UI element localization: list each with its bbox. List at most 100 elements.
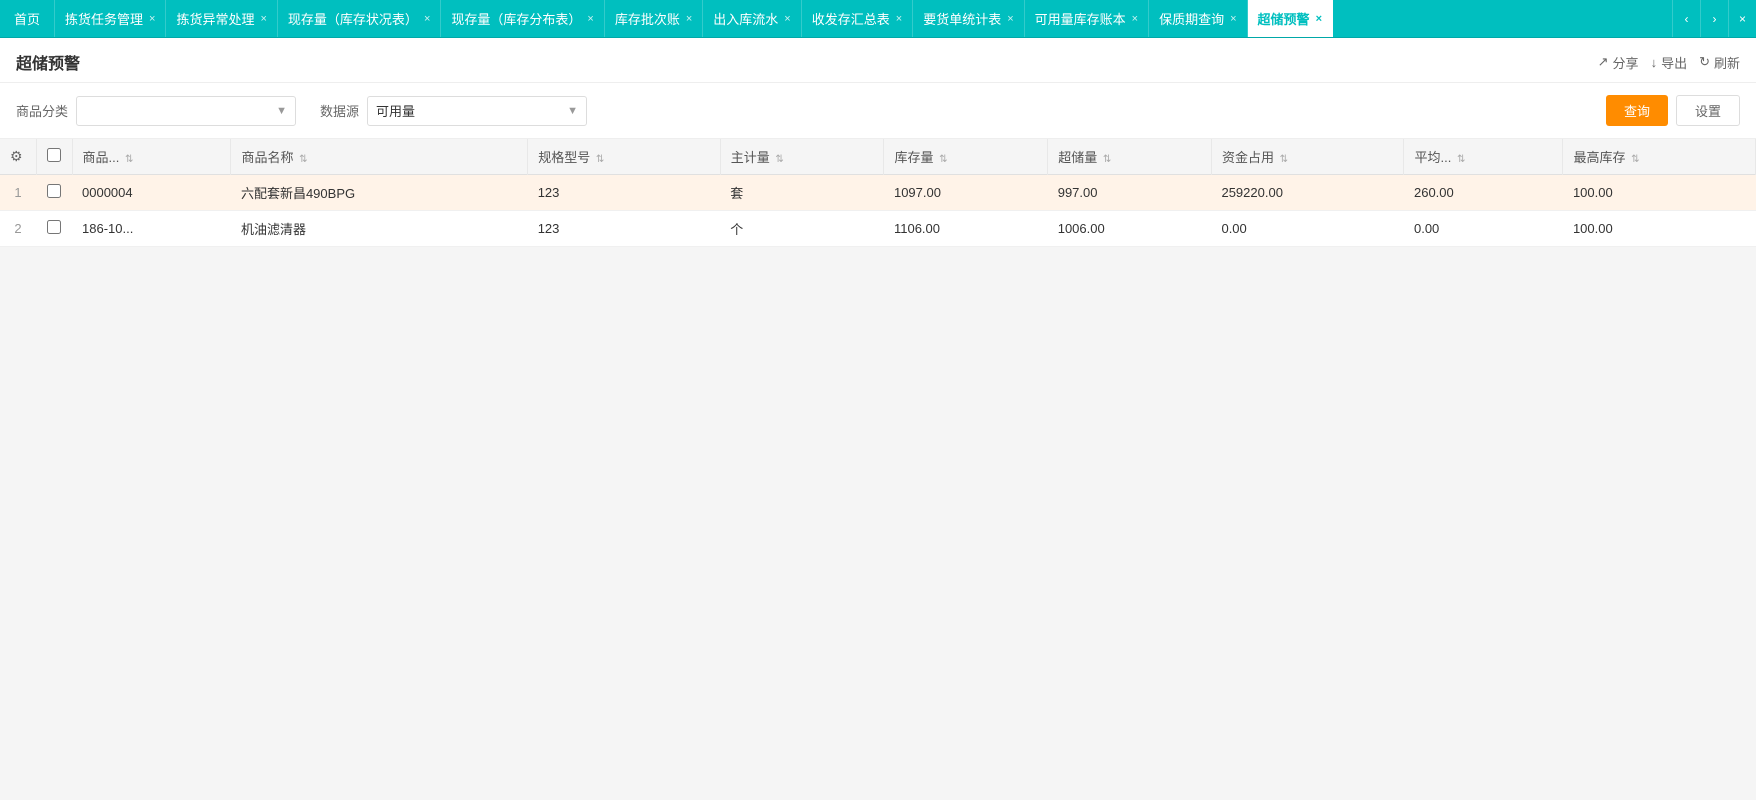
row-1-name: 六配套新昌490BPG bbox=[231, 175, 528, 211]
datasource-select[interactable]: 可用量 ▼ bbox=[367, 96, 587, 126]
row-1-avg: 260.00 bbox=[1404, 175, 1563, 211]
col-header-gear: ⚙ bbox=[0, 139, 36, 175]
row-1-capital: 259220.00 bbox=[1211, 175, 1404, 211]
nav-arrow-right[interactable]: › bbox=[1700, 0, 1728, 37]
nav-tab-10[interactable]: 保质期查询 × bbox=[1149, 0, 1247, 37]
export-icon: ↓ bbox=[1651, 55, 1658, 70]
close-tab-9[interactable]: × bbox=[1132, 13, 1138, 25]
nav-tab-3[interactable]: 现存量（库存状况表） × bbox=[278, 0, 441, 37]
col-header-unit[interactable]: 主计量 ⇅ bbox=[720, 139, 884, 175]
category-filter: 商品分类 ▼ bbox=[16, 96, 296, 126]
gear-icon[interactable]: ⚙ bbox=[10, 148, 23, 164]
settings-button[interactable]: 设置 bbox=[1676, 95, 1740, 126]
close-tab-5[interactable]: × bbox=[686, 13, 692, 25]
page-header: 超储预警 ↗ 分享 ↓ 导出 ↻ 刷新 bbox=[0, 38, 1756, 83]
category-select[interactable]: ▼ bbox=[76, 96, 296, 126]
datasource-select-arrow: ▼ bbox=[567, 105, 578, 117]
sort-stock-icon: ⇅ bbox=[939, 154, 947, 165]
col-header-code[interactable]: 商品... ⇅ bbox=[72, 139, 231, 175]
nav-tab-9[interactable]: 可用量库存账本 × bbox=[1025, 0, 1149, 37]
close-tab-1[interactable]: × bbox=[149, 13, 155, 25]
sort-avg-icon: ⇅ bbox=[1457, 154, 1465, 165]
table-row: 2 186-10... 机油滤清器 123 个 1106.00 1006.00 … bbox=[0, 211, 1756, 247]
page-title: 超储预警 bbox=[16, 50, 80, 74]
sort-spec-icon: ⇅ bbox=[596, 154, 604, 165]
col-header-maxstock[interactable]: 最高库存 ⇅ bbox=[1563, 139, 1756, 175]
sort-code-icon: ⇅ bbox=[125, 154, 133, 165]
row-2-capital: 0.00 bbox=[1211, 211, 1404, 247]
close-tab-6[interactable]: × bbox=[784, 13, 790, 25]
table-row: 1 0000004 六配套新昌490BPG 123 套 1097.00 997.… bbox=[0, 175, 1756, 211]
col-header-avg[interactable]: 平均... ⇅ bbox=[1404, 139, 1563, 175]
refresh-button[interactable]: ↻ 刷新 bbox=[1699, 53, 1740, 72]
header-actions: ↗ 分享 ↓ 导出 ↻ 刷新 bbox=[1598, 53, 1740, 72]
sort-name-icon: ⇅ bbox=[299, 154, 307, 165]
row-2-check bbox=[36, 211, 72, 247]
close-tab-2[interactable]: × bbox=[260, 13, 266, 25]
close-tab-11[interactable]: × bbox=[1316, 13, 1322, 25]
nav-tab-4[interactable]: 现存量（库存分布表） × bbox=[441, 0, 604, 37]
select-all-checkbox[interactable] bbox=[47, 148, 61, 162]
row-1-over: 997.00 bbox=[1048, 175, 1212, 211]
nav-tab-11[interactable]: 超储预警 × bbox=[1248, 0, 1333, 37]
close-tab-10[interactable]: × bbox=[1230, 13, 1236, 25]
row-2-spec: 123 bbox=[528, 211, 721, 247]
row-1-unit: 套 bbox=[720, 175, 884, 211]
close-tab-3[interactable]: × bbox=[424, 13, 430, 25]
row-1-maxstock: 100.00 bbox=[1563, 175, 1756, 211]
row-2-stock: 1106.00 bbox=[884, 211, 1048, 247]
col-header-check bbox=[36, 139, 72, 175]
row-1-code: 0000004 bbox=[72, 175, 231, 211]
share-button[interactable]: ↗ 分享 bbox=[1598, 53, 1639, 72]
datasource-label: 数据源 bbox=[320, 101, 359, 120]
close-tab-4[interactable]: × bbox=[587, 13, 593, 25]
table-header-row: ⚙ 商品... ⇅ 商品名称 ⇅ 规格型号 ⇅ 主计量 bbox=[0, 139, 1756, 175]
datasource-filter: 数据源 可用量 ▼ bbox=[320, 96, 587, 126]
refresh-icon: ↻ bbox=[1699, 54, 1710, 70]
col-header-name[interactable]: 商品名称 ⇅ bbox=[231, 139, 528, 175]
row-2-num: 2 bbox=[0, 211, 36, 247]
col-header-capital[interactable]: 资金占用 ⇅ bbox=[1211, 139, 1404, 175]
nav-arrow-close[interactable]: × bbox=[1728, 0, 1756, 37]
top-navigation: 首页 拣货任务管理 × 拣货异常处理 × 现存量（库存状况表） × 现存量（库存… bbox=[0, 0, 1756, 38]
nav-tab-1[interactable]: 拣货任务管理 × bbox=[55, 0, 166, 37]
nav-tab-8[interactable]: 要货单统计表 × bbox=[913, 0, 1024, 37]
col-header-spec[interactable]: 规格型号 ⇅ bbox=[528, 139, 721, 175]
nav-home[interactable]: 首页 bbox=[0, 0, 55, 37]
row-2-name: 机油滤清器 bbox=[231, 211, 528, 247]
row-2-code: 186-10... bbox=[72, 211, 231, 247]
category-label: 商品分类 bbox=[16, 101, 68, 120]
nav-arrows: ‹ › × bbox=[1672, 0, 1756, 37]
row-2-maxstock: 100.00 bbox=[1563, 211, 1756, 247]
row-2-avg: 0.00 bbox=[1404, 211, 1563, 247]
query-button[interactable]: 查询 bbox=[1606, 95, 1668, 126]
sort-maxstock-icon: ⇅ bbox=[1631, 154, 1639, 165]
row-2-over: 1006.00 bbox=[1048, 211, 1212, 247]
share-icon: ↗ bbox=[1598, 54, 1609, 70]
export-button[interactable]: ↓ 导出 bbox=[1651, 53, 1688, 72]
nav-tab-7[interactable]: 收发存汇总表 × bbox=[802, 0, 913, 37]
col-header-stock[interactable]: 库存量 ⇅ bbox=[884, 139, 1048, 175]
row-1-num: 1 bbox=[0, 175, 36, 211]
row-1-checkbox[interactable] bbox=[47, 184, 61, 198]
row-1-check bbox=[36, 175, 72, 211]
nav-tab-2[interactable]: 拣货异常处理 × bbox=[166, 0, 277, 37]
nav-tab-6[interactable]: 出入库流水 × bbox=[703, 0, 801, 37]
close-tab-7[interactable]: × bbox=[896, 13, 902, 25]
nav-arrow-left[interactable]: ‹ bbox=[1672, 0, 1700, 37]
col-header-over[interactable]: 超储量 ⇅ bbox=[1048, 139, 1212, 175]
row-2-unit: 个 bbox=[720, 211, 884, 247]
filter-actions: 查询 设置 bbox=[1606, 95, 1740, 126]
close-tab-8[interactable]: × bbox=[1007, 13, 1013, 25]
row-2-checkbox[interactable] bbox=[47, 220, 61, 234]
datasource-select-value: 可用量 bbox=[376, 101, 415, 120]
sort-capital-icon: ⇅ bbox=[1280, 154, 1288, 165]
sort-over-icon: ⇅ bbox=[1103, 154, 1111, 165]
filter-area: 商品分类 ▼ 数据源 可用量 ▼ 查询 设置 bbox=[0, 83, 1756, 139]
table-container: ⚙ 商品... ⇅ 商品名称 ⇅ 规格型号 ⇅ 主计量 bbox=[0, 139, 1756, 247]
data-table: ⚙ 商品... ⇅ 商品名称 ⇅ 规格型号 ⇅ 主计量 bbox=[0, 139, 1756, 247]
category-select-arrow: ▼ bbox=[276, 105, 287, 117]
nav-tab-5[interactable]: 库存批次账 × bbox=[605, 0, 703, 37]
row-1-stock: 1097.00 bbox=[884, 175, 1048, 211]
row-1-spec: 123 bbox=[528, 175, 721, 211]
